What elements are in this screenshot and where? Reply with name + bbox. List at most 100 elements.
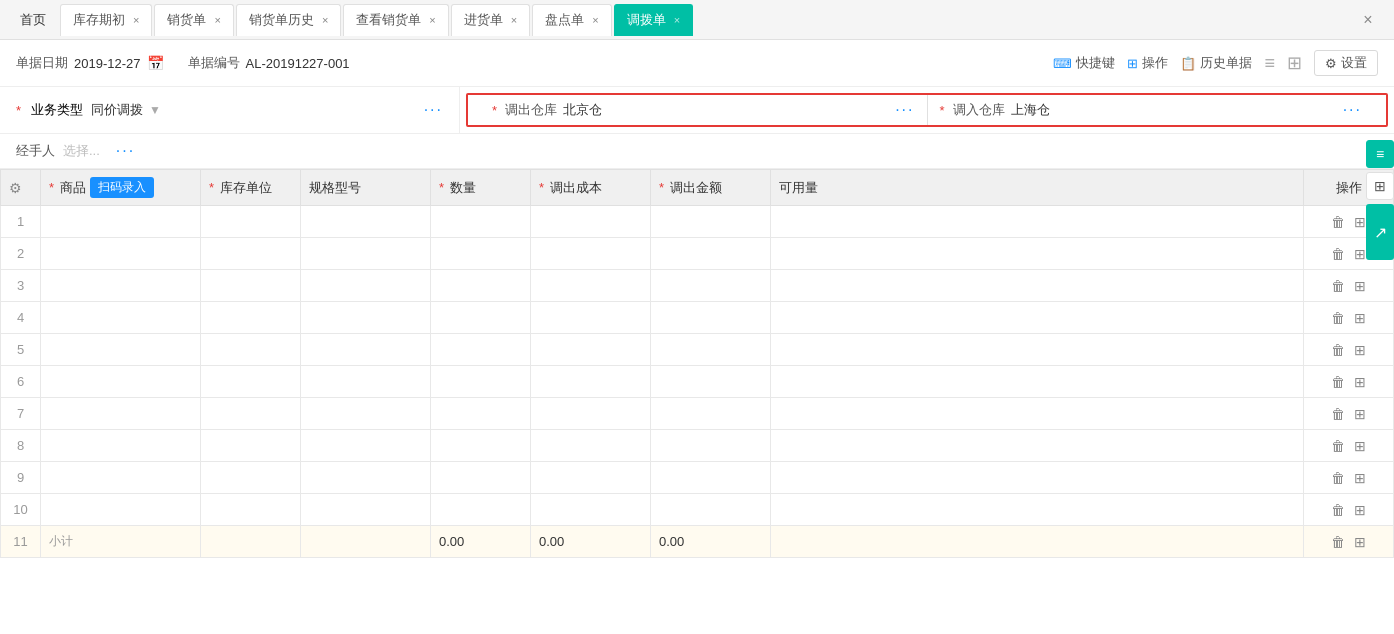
row-goods-5[interactable] [41,334,201,366]
row-amount-9[interactable] [651,462,771,494]
row-unit-10[interactable] [201,494,301,526]
row-cost-6[interactable] [531,366,651,398]
tab-home[interactable]: 首页 [8,4,58,36]
sidebar-grid-view-button[interactable]: ⊞ [1366,172,1394,200]
close-tab-view-sales[interactable]: × [429,14,435,26]
row-amount-5[interactable] [651,334,771,366]
scan-entry-button[interactable]: 扫码录入 [90,177,154,198]
row-unit-7[interactable] [201,398,301,430]
row-goods-9[interactable] [41,462,201,494]
row-amount-7[interactable] [651,398,771,430]
handler-more-icon[interactable]: ··· [116,142,135,160]
row-copy-icon-4[interactable]: ⊞ [1351,310,1369,326]
close-tab-inventory-init[interactable]: × [133,14,139,26]
row-amount-10[interactable] [651,494,771,526]
row-unit-2[interactable] [201,238,301,270]
sidebar-expand-button[interactable]: ↗ [1366,204,1394,260]
row-copy-icon-6[interactable]: ⊞ [1351,374,1369,390]
row-goods-7[interactable] [41,398,201,430]
close-tab-purchase[interactable]: × [511,14,517,26]
row-cost-4[interactable] [531,302,651,334]
row-spec-7[interactable] [301,398,431,430]
row-qty-4[interactable] [431,302,531,334]
biz-type-more-icon[interactable]: ··· [424,101,443,119]
row-spec-10[interactable] [301,494,431,526]
row-amount-4[interactable] [651,302,771,334]
sidebar-list-view-button[interactable]: ≡ [1366,140,1394,168]
row-qty-6[interactable] [431,366,531,398]
row-delete-icon-11[interactable]: 🗑 [1328,534,1348,550]
row-cost-9[interactable] [531,462,651,494]
row-qty-3[interactable] [431,270,531,302]
close-tab-sales-history[interactable]: × [322,14,328,26]
in-wh-more-icon[interactable]: ··· [1343,101,1362,119]
row-cost-1[interactable] [531,206,651,238]
row-cost-2[interactable] [531,238,651,270]
biz-type-dropdown-icon[interactable]: ▼ [149,103,161,117]
row-goods-2[interactable] [41,238,201,270]
row-cost-7[interactable] [531,398,651,430]
row-spec-5[interactable] [301,334,431,366]
row-copy-icon-9[interactable]: ⊞ [1351,470,1369,486]
settings-button[interactable]: ⚙ 设置 [1314,50,1378,76]
handler-select[interactable]: 选择... [63,142,100,160]
row-qty-10[interactable] [431,494,531,526]
row-spec-9[interactable] [301,462,431,494]
row-unit-8[interactable] [201,430,301,462]
row-delete-icon-2[interactable]: 🗑 [1328,246,1348,262]
tab-stocktake[interactable]: 盘点单 × [532,4,611,36]
operations-button[interactable]: ⊞ 操作 [1127,54,1168,72]
row-qty-9[interactable] [431,462,531,494]
row-amount-8[interactable] [651,430,771,462]
row-qty-8[interactable] [431,430,531,462]
row-unit-1[interactable] [201,206,301,238]
shortcuts-button[interactable]: ⌨ 快捷键 [1053,54,1115,72]
close-tab-sales-order[interactable]: × [214,14,220,26]
row-unit-9[interactable] [201,462,301,494]
row-unit-4[interactable] [201,302,301,334]
row-amount-1[interactable] [651,206,771,238]
row-cost-8[interactable] [531,430,651,462]
row-spec-4[interactable] [301,302,431,334]
row-copy-icon-10[interactable]: ⊞ [1351,502,1369,518]
row-delete-icon-7[interactable]: 🗑 [1328,406,1348,422]
row-amount-3[interactable] [651,270,771,302]
tab-view-sales[interactable]: 查看销货单 × [343,4,448,36]
row-copy-icon-7[interactable]: ⊞ [1351,406,1369,422]
row-spec-1[interactable] [301,206,431,238]
row-amount-6[interactable] [651,366,771,398]
row-spec-3[interactable] [301,270,431,302]
row-unit-3[interactable] [201,270,301,302]
row-copy-icon-3[interactable]: ⊞ [1351,278,1369,294]
row-amount-2[interactable] [651,238,771,270]
out-wh-more-icon[interactable]: ··· [895,101,914,119]
row-unit-5[interactable] [201,334,301,366]
row-delete-icon-8[interactable]: 🗑 [1328,438,1348,454]
row-goods-8[interactable] [41,430,201,462]
row-qty-7[interactable] [431,398,531,430]
row-copy-icon-11[interactable]: ⊞ [1351,534,1369,550]
close-tab-stocktake[interactable]: × [592,14,598,26]
row-delete-icon-9[interactable]: 🗑 [1328,470,1348,486]
row-qty-5[interactable] [431,334,531,366]
tab-purchase[interactable]: 进货单 × [451,4,530,36]
row-delete-icon-4[interactable]: 🗑 [1328,310,1348,326]
row-cost-3[interactable] [531,270,651,302]
row-spec-2[interactable] [301,238,431,270]
row-qty-2[interactable] [431,238,531,270]
row-unit-6[interactable] [201,366,301,398]
history-button[interactable]: 📋 历史单据 [1180,54,1252,72]
tab-inventory-init[interactable]: 库存期初 × [60,4,152,36]
row-goods-6[interactable] [41,366,201,398]
close-tab-transfer[interactable]: × [674,14,680,26]
row-goods-10[interactable] [41,494,201,526]
row-delete-icon-6[interactable]: 🗑 [1328,374,1348,390]
tab-sales-order[interactable]: 销货单 × [154,4,233,36]
row-delete-icon-5[interactable]: 🗑 [1328,342,1348,358]
row-delete-icon-10[interactable]: 🗑 [1328,502,1348,518]
row-goods-4[interactable] [41,302,201,334]
tab-transfer[interactable]: 调拨单 × [614,4,693,36]
biz-type-select[interactable]: 同价调拨 ▼ [91,101,161,119]
row-cost-5[interactable] [531,334,651,366]
window-close-button[interactable]: × [1350,2,1386,38]
